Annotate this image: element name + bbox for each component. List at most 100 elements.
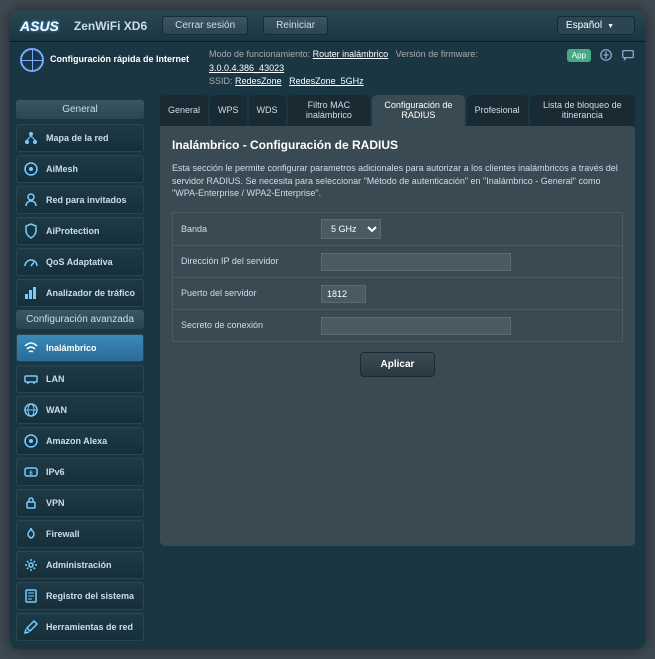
tab-bar: General WPS WDS Filtro MAC inalámbrico C… <box>160 95 635 127</box>
sidebar-item-qos[interactable]: QoS Adaptativa <box>16 248 144 276</box>
mode-label: Modo de funcionamiento: <box>209 49 310 59</box>
app-badge[interactable]: App <box>567 49 591 62</box>
form-row-band: Banda 5 GHz <box>173 213 622 246</box>
info-icons: App <box>567 48 635 62</box>
apply-button[interactable]: Aplicar <box>360 352 436 377</box>
language-select[interactable]: Español <box>557 16 635 35</box>
top-bar: ASUS ZenWiFi XD6 Cerrar sesión Reiniciar… <box>10 10 645 42</box>
aimesh-icon <box>23 161 39 177</box>
usb-icon[interactable] <box>599 48 613 62</box>
tab-wds[interactable]: WDS <box>249 95 286 127</box>
ssid1-link[interactable]: RedesZone <box>235 76 282 86</box>
sidebar-item-label: Inalámbrico <box>46 343 97 353</box>
brand-logo: ASUS <box>20 18 59 34</box>
form-row-server-ip: Dirección IP del servidor <box>173 246 622 278</box>
firmware-link[interactable]: 3.0.0.4.386_43023 <box>209 63 284 73</box>
ssid2-link[interactable]: RedesZone_5GHz <box>289 76 364 86</box>
sidebar-item-label: Amazon Alexa <box>46 436 107 446</box>
server-ip-input[interactable] <box>321 253 511 271</box>
sidebar-item-label: IPv6 <box>46 467 65 477</box>
sidebar-item-lan[interactable]: LAN <box>16 365 144 393</box>
log-icon <box>23 588 39 604</box>
band-select[interactable]: 5 GHz <box>321 219 381 239</box>
main-layout: General Mapa de la red AiMesh Red para i… <box>10 95 645 649</box>
ssid-label: SSID: <box>209 76 233 86</box>
tab-mac-filter[interactable]: Filtro MAC inalámbrico <box>288 95 371 127</box>
router-admin-ui: ASUS ZenWiFi XD6 Cerrar sesión Reiniciar… <box>10 10 645 649</box>
sidebar-item-label: Red para invitados <box>46 195 127 205</box>
sidebar-item-wireless[interactable]: Inalámbrico <box>16 334 144 362</box>
feedback-icon[interactable] <box>621 48 635 62</box>
form-row-secret: Secreto de conexión <box>173 310 622 341</box>
quick-setup-label: Configuración rápida de Internet <box>50 55 189 65</box>
info-bar: Configuración rápida de Internet Modo de… <box>10 42 645 95</box>
sidebar-item-traffic-analyzer[interactable]: Analizador de tráfico <box>16 279 144 307</box>
settings-panel: Inalámbrico - Configuración de RADIUS Es… <box>160 126 635 546</box>
sidebar-general-header: General <box>16 100 144 119</box>
server-ip-label: Dirección IP del servidor <box>181 256 321 266</box>
band-label: Banda <box>181 224 321 234</box>
shield-icon <box>23 223 39 239</box>
sidebar-item-aimesh[interactable]: AiMesh <box>16 155 144 183</box>
gauge-icon <box>23 254 39 270</box>
tab-professional[interactable]: Profesional <box>467 95 528 127</box>
sidebar-item-label: VPN <box>46 498 65 508</box>
chart-icon <box>23 285 39 301</box>
sidebar-item-label: WAN <box>46 405 67 415</box>
sidebar-item-ipv6[interactable]: 6 IPv6 <box>16 458 144 486</box>
wifi-icon <box>23 340 39 356</box>
server-port-label: Puerto del servidor <box>181 288 321 298</box>
logout-button[interactable]: Cerrar sesión <box>162 16 248 35</box>
quick-internet-setup[interactable]: Configuración rápida de Internet <box>20 48 189 72</box>
firewall-icon <box>23 526 39 542</box>
sidebar-item-label: Mapa de la red <box>46 133 109 143</box>
firmware-label: Versión de firmware: <box>396 49 478 59</box>
sidebar: General Mapa de la red AiMesh Red para i… <box>10 95 150 649</box>
sidebar-item-aiprotection[interactable]: AiProtection <box>16 217 144 245</box>
info-column: Modo de funcionamiento: Router inalámbri… <box>209 48 547 89</box>
sidebar-item-alexa[interactable]: Amazon Alexa <box>16 427 144 455</box>
sidebar-item-network-tools[interactable]: Herramientas de red <box>16 613 144 641</box>
globe-icon <box>20 48 44 72</box>
tab-radius[interactable]: Configuración de RADIUS <box>372 95 465 127</box>
sidebar-item-network-map[interactable]: Mapa de la red <box>16 124 144 152</box>
gear-icon <box>23 557 39 573</box>
sidebar-item-vpn[interactable]: VPN <box>16 489 144 517</box>
sidebar-item-label: LAN <box>46 374 65 384</box>
sidebar-item-wan[interactable]: WAN <box>16 396 144 424</box>
panel-description: Esta sección le permite configurar param… <box>172 162 623 200</box>
sidebar-item-guest-network[interactable]: Red para invitados <box>16 186 144 214</box>
sidebar-item-system-log[interactable]: Registro del sistema <box>16 582 144 610</box>
secret-input[interactable] <box>321 317 511 335</box>
model-label: ZenWiFi XD6 <box>74 19 147 33</box>
sidebar-item-label: AiProtection <box>46 226 100 236</box>
sidebar-advanced-header: Configuración avanzada <box>16 310 144 329</box>
ipv6-icon: 6 <box>23 464 39 480</box>
server-port-input[interactable] <box>321 285 366 303</box>
sidebar-item-label: QoS Adaptativa <box>46 257 113 267</box>
content-area: General WPS WDS Filtro MAC inalámbrico C… <box>150 95 645 649</box>
secret-label: Secreto de conexión <box>181 320 321 330</box>
mode-link[interactable]: Router inalámbrico <box>313 49 389 59</box>
lan-icon <box>23 371 39 387</box>
form-row-server-port: Puerto del servidor <box>173 278 622 310</box>
radius-form: Banda 5 GHz Dirección IP del servidor <box>172 212 623 342</box>
sidebar-item-administration[interactable]: Administración <box>16 551 144 579</box>
sidebar-item-label: AiMesh <box>46 164 78 174</box>
wan-icon <box>23 402 39 418</box>
sidebar-item-label: Firewall <box>46 529 80 539</box>
network-map-icon <box>23 130 39 146</box>
vpn-icon <box>23 495 39 511</box>
alexa-icon <box>23 433 39 449</box>
sidebar-item-label: Registro del sistema <box>46 591 134 601</box>
reboot-button[interactable]: Reiniciar <box>263 16 328 35</box>
panel-title: Inalámbrico - Configuración de RADIUS <box>172 138 623 152</box>
tab-roaming-block[interactable]: Lista de bloqueo de itinerancia <box>530 95 635 127</box>
sidebar-item-label: Herramientas de red <box>46 622 133 632</box>
sidebar-item-label: Analizador de tráfico <box>46 288 135 298</box>
top-right-controls: Español <box>557 16 635 35</box>
tab-wps[interactable]: WPS <box>210 95 247 127</box>
tools-icon <box>23 619 39 635</box>
tab-general[interactable]: General <box>160 95 208 127</box>
guest-network-icon <box>23 192 39 208</box>
